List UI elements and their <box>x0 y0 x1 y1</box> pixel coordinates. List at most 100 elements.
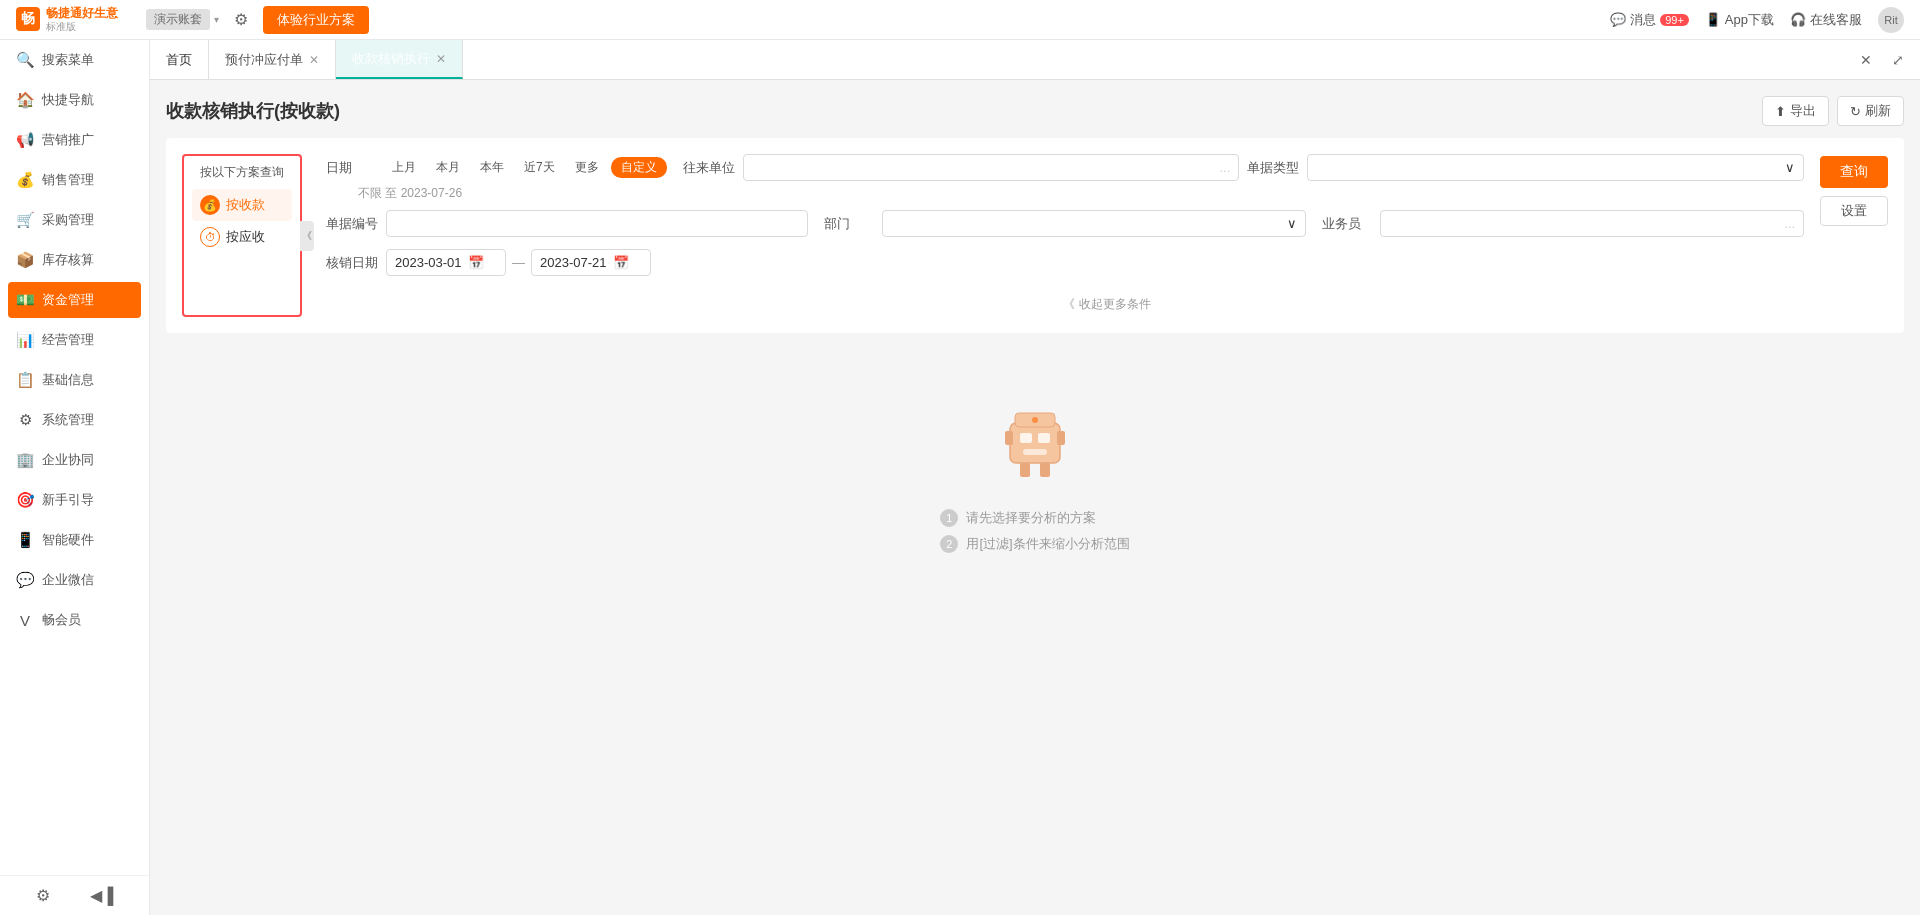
sidebar-item-label-finance: 资金管理 <box>42 291 94 309</box>
sidebar-item-system[interactable]: ⚙ 系统管理 <box>0 400 149 440</box>
collapse-more-label: 收起更多条件 <box>1079 296 1151 313</box>
empty-tip-1: 1 请先选择要分析的方案 <box>940 509 1129 527</box>
form-actions: 查询 设置 <box>1820 154 1888 226</box>
date-prev-month-button[interactable]: 上月 <box>384 157 424 178</box>
date-more-button[interactable]: 更多 <box>567 157 607 178</box>
sidebar-item-quick-nav[interactable]: 🏠 快捷导航 <box>0 80 149 120</box>
sidebar-item-marketing[interactable]: 📢 营销推广 <box>0 120 149 160</box>
date-this-month-button[interactable]: 本月 <box>428 157 468 178</box>
svg-rect-2 <box>1038 433 1050 443</box>
filter-option-receivable-label: 按应收 <box>226 228 265 246</box>
settings-gear-button[interactable]: ⚙ <box>227 6 255 34</box>
refresh-icon: ↻ <box>1850 104 1861 119</box>
brand-name: 畅捷通好生意 <box>46 6 118 20</box>
filter-option-by-receivable[interactable]: ⏱ 按应收 <box>192 221 292 253</box>
filter-sidebar-title: 按以下方案查询 <box>192 164 292 181</box>
calendar-end-icon: 📅 <box>613 255 629 270</box>
message-icon: 💬 <box>1610 12 1626 27</box>
bill-type-select[interactable]: ∨ <box>1307 154 1804 181</box>
svg-rect-7 <box>1040 463 1050 477</box>
receipt-icon: 💰 <box>200 195 220 215</box>
dept-select[interactable]: ∨ <box>882 210 1306 237</box>
empty-tip-2: 2 用[过滤]条件来缩小分析范围 <box>940 535 1129 553</box>
sidebar-item-guide[interactable]: 🎯 新手引导 <box>0 480 149 520</box>
sidebar-item-label-system: 系统管理 <box>42 411 94 429</box>
sidebar-collapse-button[interactable]: ◀▐ <box>90 886 113 905</box>
sidebar-item-inventory[interactable]: 📦 库存核算 <box>0 240 149 280</box>
service-icon: 🎧 <box>1790 12 1806 27</box>
sidebar-item-label-sales: 销售管理 <box>42 171 94 189</box>
sidebar-item-finance[interactable]: 💵 资金管理 <box>8 282 141 318</box>
bill-type-dropdown-icon: ∨ <box>1785 160 1795 175</box>
brand-info: 畅捷通好生意 标准版 <box>46 6 118 32</box>
export-icon: ⬆ <box>1775 104 1786 119</box>
enterprise-icon: 🏢 <box>16 451 34 469</box>
sidebar-item-member[interactable]: V 畅会员 <box>0 600 149 640</box>
sidebar-item-basic[interactable]: 📋 基础信息 <box>0 360 149 400</box>
tab-bar-actions: ✕ ⤢ <box>1852 46 1920 74</box>
tab-bar: 首页预付冲应付单✕收款核销执行✕ ✕ ⤢ <box>150 40 1920 80</box>
refresh-button[interactable]: ↻ 刷新 <box>1837 96 1904 126</box>
sidebar-bottom: ⚙ ◀▐ <box>0 875 149 915</box>
empty-illustration <box>985 393 1085 493</box>
writeoff-date-start-input[interactable]: 2023-03-01 📅 <box>386 249 506 276</box>
collapse-more-row: 《 收起更多条件 <box>326 292 1888 317</box>
svg-rect-1 <box>1020 433 1032 443</box>
page-actions: ⬆ 导出 ↻ 刷新 <box>1762 96 1904 126</box>
basic-icon: 📋 <box>16 371 34 389</box>
tab-close-button[interactable]: ✕ <box>1852 46 1880 74</box>
date-7days-button[interactable]: 近7天 <box>516 157 563 178</box>
top-bar-left: 畅 畅捷通好生意 标准版 演示账套 ▾ ⚙ 体验行业方案 <box>16 6 369 34</box>
date-row: 日期 上月 本月 本年 近7天 更多 自定义 <box>326 154 1804 181</box>
sidebar-item-wechat[interactable]: 💬 企业微信 <box>0 560 149 600</box>
tab-maximize-button[interactable]: ⤢ <box>1884 46 1912 74</box>
date-this-year-button[interactable]: 本年 <box>472 157 512 178</box>
svg-rect-4 <box>1005 431 1013 445</box>
app-download-button[interactable]: 📱 App下载 <box>1705 11 1774 29</box>
export-button[interactable]: ⬆ 导出 <box>1762 96 1829 126</box>
industry-solution-button[interactable]: 体验行业方案 <box>263 6 369 34</box>
user-info[interactable]: Rit <box>1878 7 1904 33</box>
tab-home[interactable]: 首页 <box>150 40 209 79</box>
sidebar-item-purchase[interactable]: 🛒 采购管理 <box>0 200 149 240</box>
sidebar-settings-button[interactable]: ⚙ <box>36 886 50 905</box>
staff-input[interactable]: ... <box>1380 210 1804 237</box>
message-button[interactable]: 💬 消息 99+ <box>1610 11 1689 29</box>
member-icon: V <box>16 612 34 629</box>
bill-num-input[interactable] <box>386 210 808 237</box>
writeoff-date-end-input[interactable]: 2023-07-21 📅 <box>531 249 651 276</box>
date-field: 日期 上月 本月 本年 近7天 更多 自定义 <box>326 157 667 178</box>
export-label: 导出 <box>1790 102 1816 120</box>
filter-settings-button[interactable]: 设置 <box>1820 196 1888 226</box>
sidebar-collapse-icon[interactable]: 《 <box>300 221 314 251</box>
company-selector[interactable]: 演示账套 ▾ <box>146 9 219 30</box>
sidebar-item-search-menu[interactable]: 🔍 搜索菜单 <box>0 40 149 80</box>
logo-icon: 畅 <box>16 7 40 31</box>
filter-type-sidebar: 按以下方案查询 💰 按收款 ⏱ 按应收 《 <box>182 154 302 317</box>
page-title-bar: 收款核销执行(按收款) ⬆ 导出 ↻ 刷新 <box>166 96 1904 126</box>
filter-panel: 按以下方案查询 💰 按收款 ⏱ 按应收 《 <box>166 138 1904 333</box>
party-input[interactable]: ... <box>743 154 1240 181</box>
tab-prepay[interactable]: 预付冲应付单✕ <box>209 40 336 79</box>
empty-tips-list: 1 请先选择要分析的方案 2 用[过滤]条件来缩小分析范围 <box>940 509 1129 561</box>
filter-option-receipt-label: 按收款 <box>226 196 265 214</box>
system-icon: ⚙ <box>16 411 34 429</box>
query-button[interactable]: 查询 <box>1820 156 1888 188</box>
writeoff-date-row: 核销日期 2023-03-01 📅 — 2023-07-21 <box>326 249 1804 276</box>
tab-receipt[interactable]: 收款核销执行✕ <box>336 40 463 79</box>
bill-row: 单据编号 部门 ∨ <box>326 210 1804 237</box>
sidebar-item-enterprise[interactable]: 🏢 企业协同 <box>0 440 149 480</box>
party-label: 往来单位 <box>683 159 735 177</box>
purchase-icon: 🛒 <box>16 211 34 229</box>
filter-option-by-receipt[interactable]: 💰 按收款 <box>192 189 292 221</box>
operation-icon: 📊 <box>16 331 34 349</box>
sidebar-item-operation[interactable]: 📊 经营管理 <box>0 320 149 360</box>
sidebar-item-sales[interactable]: 💰 销售管理 <box>0 160 149 200</box>
collapse-more-button[interactable]: 《 收起更多条件 <box>1063 296 1151 313</box>
tab-close-prepay[interactable]: ✕ <box>309 53 319 67</box>
date-custom-button[interactable]: 自定义 <box>611 157 667 178</box>
sidebar-item-hardware[interactable]: 📱 智能硬件 <box>0 520 149 560</box>
online-service-button[interactable]: 🎧 在线客服 <box>1790 11 1862 29</box>
tab-close-receipt[interactable]: ✕ <box>436 52 446 66</box>
writeoff-start-date: 2023-03-01 <box>395 255 462 270</box>
